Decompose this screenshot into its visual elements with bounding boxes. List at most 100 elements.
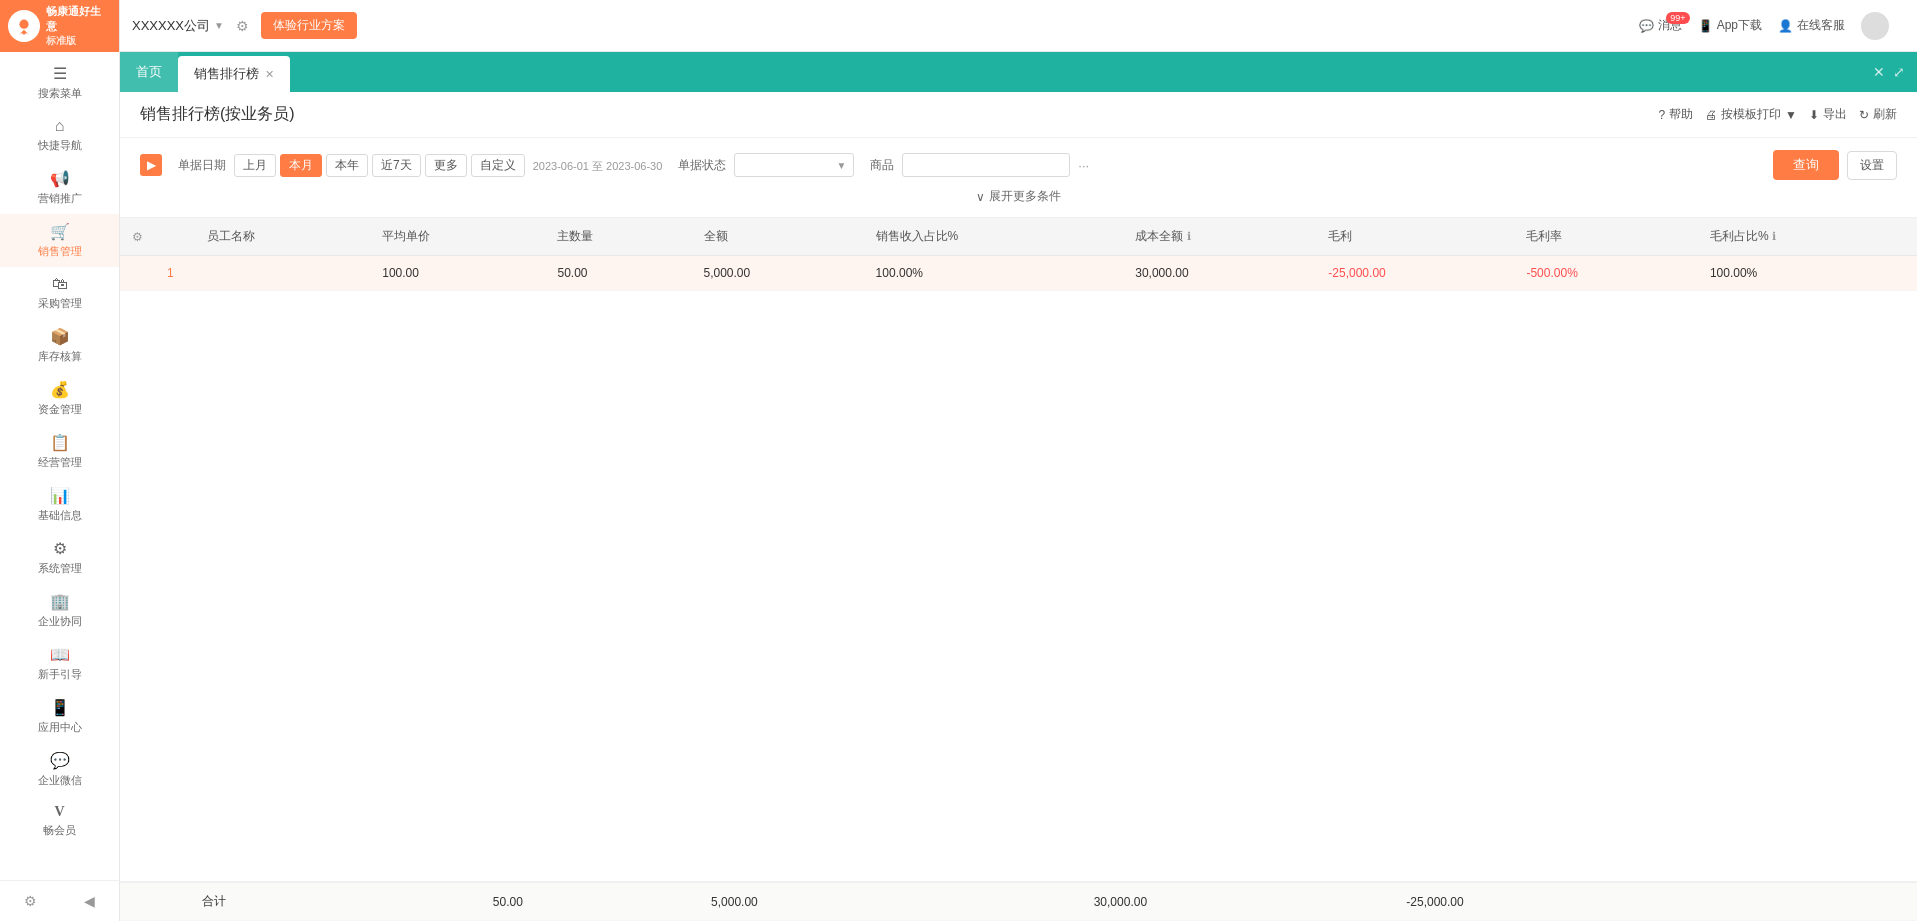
row-profit: -25,000.00	[1316, 256, 1514, 291]
help-btn[interactable]: ? 帮助	[1658, 106, 1693, 123]
topbar-settings-icon[interactable]: ⚙	[236, 18, 249, 34]
print-btn[interactable]: 🖨 按模板打印 ▼	[1705, 106, 1797, 123]
date-btn-custom[interactable]: 自定义	[471, 154, 525, 177]
profit-pct-info-icon[interactable]: ℹ	[1772, 230, 1776, 242]
company-selector[interactable]: XXXXXX公司 ▼	[132, 17, 224, 35]
expand-row: ∨ 展开更多条件	[140, 188, 1897, 205]
message-badge: 99+	[1666, 12, 1689, 24]
cost-info-icon[interactable]: ℹ	[1187, 230, 1191, 242]
company-dropdown-icon: ▼	[214, 20, 224, 31]
date-buttons: 上月 本月 本年 近7天 更多 自定义	[234, 154, 525, 177]
sidebar-settings-icon[interactable]: ⚙	[20, 889, 41, 913]
date-btn-7days[interactable]: 近7天	[372, 154, 421, 177]
service-label: 在线客服	[1797, 17, 1845, 34]
sidebar-item-label: 应用中心	[38, 720, 82, 735]
online-service-btn[interactable]: 👤 在线客服	[1778, 17, 1845, 34]
sidebar-item-label: 基础信息	[38, 508, 82, 523]
footer-empty-rank	[150, 883, 190, 921]
sidebar-item-marketing[interactable]: 📢 营销推广	[0, 161, 119, 214]
sidebar-item-label: 畅会员	[43, 823, 76, 838]
logo-icon	[8, 10, 40, 42]
footer-label: 合计	[190, 883, 384, 921]
goods-filter-input[interactable]	[902, 153, 1070, 177]
sidebar-item-label: 系统管理	[38, 561, 82, 576]
filter-row: ▶ 单据日期 上月 本月 本年 近7天 更多 自定义 2023-06-01 至 …	[140, 150, 1897, 180]
col-profit-rate: 毛利率	[1514, 218, 1697, 256]
message-icon: 💬	[1639, 19, 1654, 33]
sidebar-item-appstore[interactable]: 📱 应用中心	[0, 690, 119, 743]
service-icon: 👤	[1778, 19, 1793, 33]
sidebar-footer: ⚙ ◀	[0, 880, 119, 921]
finance-icon: 💰	[50, 380, 70, 399]
sidebar-item-enterprise[interactable]: 🏢 企业协同	[0, 584, 119, 637]
tabbar: 首页 销售排行榜 ✕ ✕ ⤢	[120, 52, 1917, 92]
tab-maximize-icon[interactable]: ⤢	[1893, 64, 1905, 80]
sidebar-item-label: 企业微信	[38, 773, 82, 788]
sidebar-item-wechat[interactable]: 💬 企业微信	[0, 743, 119, 796]
sidebar-item-basics[interactable]: 📊 基础信息	[0, 478, 119, 531]
sidebar-item-sales[interactable]: 🛒 销售管理	[0, 214, 119, 267]
expand-more-btn[interactable]: ∨ 展开更多条件	[976, 188, 1061, 205]
sidebar-item-finance[interactable]: 💰 资金管理	[0, 372, 119, 425]
basics-icon: 📊	[50, 486, 70, 505]
tab-sales-ranking[interactable]: 销售排行榜 ✕	[178, 56, 290, 92]
sidebar-item-search[interactable]: ☰ 搜索菜单	[0, 56, 119, 109]
footer-sales-pct-col	[985, 883, 1082, 921]
sidebar-item-operations[interactable]: 📋 经营管理	[0, 425, 119, 478]
footer-empty-col	[120, 883, 150, 921]
print-label: 按模板打印	[1721, 106, 1781, 123]
tab-sales-ranking-label: 销售排行榜	[194, 65, 259, 83]
query-button[interactable]: 查询	[1773, 150, 1839, 180]
topbar-right: 💬 消息 99+ 📱 App下载 👤 在线客服	[1639, 12, 1905, 40]
sidebar-item-quicknav[interactable]: ⌂ 快捷导航	[0, 109, 119, 161]
sales-icon: 🛒	[50, 222, 70, 241]
row-rank: 1	[155, 256, 195, 291]
sidebar-item-member[interactable]: V 畅会员	[0, 796, 119, 846]
row-avg-price: 100.00	[370, 256, 545, 291]
sidebar-item-guide[interactable]: 📖 新手引导	[0, 637, 119, 690]
date-btn-more[interactable]: 更多	[425, 154, 467, 177]
user-avatar[interactable]	[1861, 12, 1889, 40]
status-select[interactable]	[734, 153, 854, 177]
col-amount: 全额	[692, 218, 864, 256]
message-btn[interactable]: 💬 消息 99+	[1639, 17, 1682, 34]
footer-qty: 50.00	[481, 883, 699, 921]
col-settings[interactable]: ⚙	[120, 218, 155, 256]
row-qty: 50.00	[545, 256, 691, 291]
filter-date-group: 单据日期 上月 本月 本年 近7天 更多 自定义 2023-06-01 至 20…	[178, 154, 662, 177]
sidebar-item-purchase[interactable]: 🛍 采购管理	[0, 267, 119, 319]
industry-btn[interactable]: 体验行业方案	[261, 12, 357, 39]
help-label: 帮助	[1669, 106, 1693, 123]
tab-close-window-icon[interactable]: ✕	[1873, 64, 1885, 80]
app-edition: 标准版	[46, 34, 111, 48]
company-name: XXXXXX公司	[132, 17, 210, 35]
goods-more-icon[interactable]: ···	[1078, 158, 1089, 173]
row-settings-col	[120, 256, 155, 291]
expand-down-icon: ∨	[976, 190, 985, 204]
app-download-btn[interactable]: 📱 App下载	[1698, 17, 1762, 34]
sidebar-item-system[interactable]: ⚙ 系统管理	[0, 531, 119, 584]
date-btn-last-month[interactable]: 上月	[234, 154, 276, 177]
main-area: XXXXXX公司 ▼ ⚙ 体验行业方案 💬 消息 99+ 📱 App下载 👤 在…	[120, 0, 1917, 921]
settings-button[interactable]: 设置	[1847, 151, 1897, 180]
filter-toggle-btn[interactable]: ▶	[140, 154, 162, 176]
date-btn-this-month[interactable]: 本月	[280, 154, 322, 177]
member-icon: V	[54, 804, 64, 820]
row-profit-pct: 100.00%	[1698, 256, 1917, 291]
filter-right: 查询 设置	[1773, 150, 1897, 180]
guide-icon: 📖	[50, 645, 70, 664]
tab-close-icon[interactable]: ✕	[265, 68, 274, 81]
data-table: ⚙ 员工名称 平均单价 主数量 全额 销售收入占比% 成本全额 ℹ 毛利 毛利率…	[120, 218, 1917, 291]
tabbar-right: ✕ ⤢	[1873, 64, 1917, 80]
export-btn[interactable]: ⬇ 导出	[1809, 106, 1847, 123]
date-btn-this-year[interactable]: 本年	[326, 154, 368, 177]
sidebar-collapse-icon[interactable]: ◀	[80, 889, 99, 913]
footer-profit-pct-col	[1820, 883, 1917, 921]
sidebar-item-inventory[interactable]: 📦 库存核算	[0, 319, 119, 372]
tab-home[interactable]: 首页	[120, 52, 178, 92]
footer-profit: -25,000.00	[1394, 883, 1723, 921]
app-name: 畅康通好生意	[46, 4, 111, 34]
sidebar: 畅康通好生意 标准版 ☰ 搜索菜单 ⌂ 快捷导航 📢 营销推广 🛒 销售管理 🛍…	[0, 0, 120, 921]
row-cost: 30,000.00	[1123, 256, 1316, 291]
refresh-btn[interactable]: ↻ 刷新	[1859, 106, 1897, 123]
